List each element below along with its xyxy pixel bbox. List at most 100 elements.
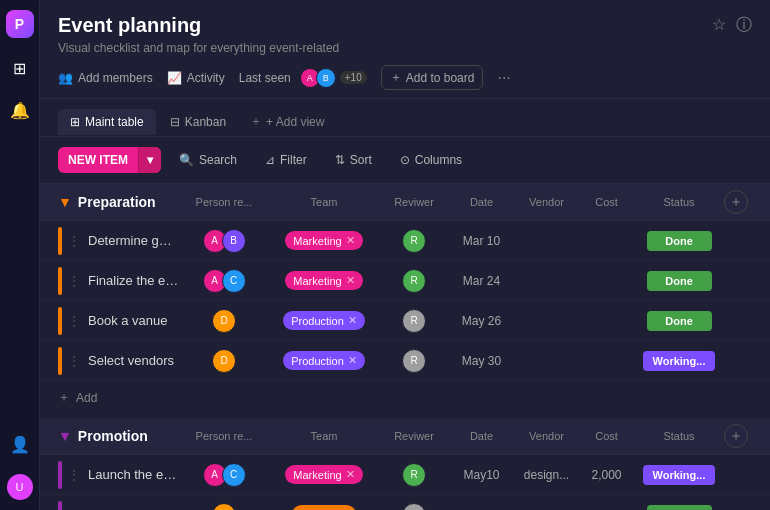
sidebar-icon-bell[interactable]: 🔔 xyxy=(8,98,32,122)
filter-icon: ⊿ xyxy=(265,153,275,167)
row-task-name[interactable]: Book a vanue xyxy=(88,313,179,328)
row-team-tag: Marketing ✕ xyxy=(269,271,379,290)
table-row: ⋮ Finalize the event budget A C Marketin… xyxy=(40,261,770,301)
status-badge[interactable]: Working... xyxy=(643,465,716,485)
row-task-name[interactable]: Select vendors xyxy=(88,353,179,368)
row-team-tag: Design ✕ xyxy=(269,505,379,510)
team-tag[interactable]: Marketing ✕ xyxy=(285,465,362,484)
add-row-button-prep[interactable]: ＋ Add xyxy=(40,381,770,414)
col-header-status: Status xyxy=(634,196,724,208)
team-tag[interactable]: Production ✕ xyxy=(283,351,365,370)
row-task-name[interactable]: Launch the event website xyxy=(88,467,179,482)
col-header-team: Team xyxy=(269,196,379,208)
row-date: Mar 10 xyxy=(449,234,514,248)
avatar: C xyxy=(222,269,246,293)
drag-handle[interactable]: ⋮ xyxy=(68,354,82,368)
team-tag[interactable]: Marketing ✕ xyxy=(285,271,362,290)
row-task-name[interactable]: Determine goals and objectives xyxy=(88,233,179,248)
avatar: B xyxy=(222,229,246,253)
add-row-icon: ＋ xyxy=(58,389,70,406)
row-status: Working... xyxy=(634,351,724,371)
tab-kanban[interactable]: ⊟ Kanban xyxy=(158,109,238,135)
tag-close-icon[interactable]: ✕ xyxy=(346,234,355,247)
drag-handle[interactable]: ⋮ xyxy=(68,468,82,482)
col-header-person-2: Person re... xyxy=(179,430,269,442)
view-tabs: ⊞ Maint table ⊟ Kanban ＋ + Add view xyxy=(40,99,770,137)
reviewer-avatar: R xyxy=(402,503,426,511)
col-header-vendor-2: Vendor xyxy=(514,430,579,442)
app-logo[interactable]: P xyxy=(6,10,34,38)
drag-handle[interactable]: ⋮ xyxy=(68,234,82,248)
tag-close-icon[interactable]: ✕ xyxy=(346,274,355,287)
table-row: ⋮ Determine goals and objectives A B Mar… xyxy=(40,221,770,261)
row-team-tag: Marketing ✕ xyxy=(269,465,379,484)
add-row-label: Add xyxy=(76,391,97,405)
activity-icon: 📈 xyxy=(167,71,182,85)
columns-button[interactable]: ⊙ Columns xyxy=(390,148,472,172)
search-button[interactable]: 🔍 Search xyxy=(169,148,247,172)
new-item-dropdown-arrow[interactable]: ▾ xyxy=(138,147,161,173)
table-row: ⋮ Launch the event website A C Marketing… xyxy=(40,455,770,495)
reviewer-avatar: R xyxy=(402,269,426,293)
row-team-tag: Production ✕ xyxy=(269,311,379,330)
add-members-button[interactable]: 👥 Add members xyxy=(58,71,153,85)
tag-close-icon[interactable]: ✕ xyxy=(348,354,357,367)
row-task-name[interactable]: Finalize the event budget xyxy=(88,273,179,288)
tag-close-icon[interactable]: ✕ xyxy=(346,468,355,481)
row-person-avatars: A B xyxy=(179,229,269,253)
main-content: Event planning ☆ ⓘ Visual checklist and … xyxy=(40,0,770,510)
activity-button[interactable]: 📈 Activity xyxy=(167,71,225,85)
page-subtitle: Visual checklist and map for everything … xyxy=(58,41,752,55)
tab-main-table[interactable]: ⊞ Maint table xyxy=(58,109,156,135)
kanban-icon: ⊟ xyxy=(170,115,180,129)
add-col-button-promo[interactable]: ＋ xyxy=(724,424,748,448)
status-badge[interactable]: Done xyxy=(647,311,712,331)
team-tag[interactable]: Design ✕ xyxy=(292,505,355,510)
status-badge[interactable]: Done xyxy=(647,231,712,251)
preparation-title: Preparation xyxy=(78,194,179,210)
star-icon[interactable]: ☆ xyxy=(712,15,726,36)
sort-button[interactable]: ⇅ Sort xyxy=(325,148,382,172)
row-team-tag: Marketing ✕ xyxy=(269,231,379,250)
table-row: ⋮ Select vendors D Production ✕ R May 30 xyxy=(40,341,770,381)
row-color-bar xyxy=(58,461,62,489)
team-tag[interactable]: Production ✕ xyxy=(283,311,365,330)
row-reviewer-avatar: R xyxy=(379,309,449,333)
sidebar-icon-grid[interactable]: ⊞ xyxy=(8,56,32,80)
avatar-2: B xyxy=(316,68,336,88)
row-cost: 2,000 xyxy=(579,468,634,482)
col-header-reviewer-2: Reviwer xyxy=(379,430,449,442)
tag-close-icon[interactable]: ✕ xyxy=(348,314,357,327)
status-badge[interactable]: Done xyxy=(647,505,712,511)
avatar: D xyxy=(212,349,236,373)
toolbar: NEW ITEM ▾ 🔍 Search ⊿ Filter ⇅ Sort ⊙ Co… xyxy=(40,137,770,184)
status-badge[interactable]: Working... xyxy=(643,351,716,371)
sidebar-user-avatar[interactable]: U xyxy=(7,474,33,500)
row-color-bar xyxy=(58,227,62,255)
add-view-button[interactable]: ＋ + Add view xyxy=(240,107,334,136)
row-status: Done xyxy=(634,271,724,291)
search-icon: 🔍 xyxy=(179,153,194,167)
drag-handle[interactable]: ⋮ xyxy=(68,314,82,328)
preparation-chevron[interactable]: ▼ xyxy=(58,194,72,210)
status-badge[interactable]: Done xyxy=(647,271,712,291)
row-person-avatars: D xyxy=(179,309,269,333)
main-table-icon: ⊞ xyxy=(70,115,80,129)
sidebar-icon-person[interactable]: 👤 xyxy=(8,432,32,456)
filter-button[interactable]: ⊿ Filter xyxy=(255,148,317,172)
more-options-icon[interactable]: ··· xyxy=(497,69,510,87)
col-header-reviewer: Reviwer xyxy=(379,196,449,208)
promotion-chevron[interactable]: ▼ xyxy=(58,428,72,444)
info-icon[interactable]: ⓘ xyxy=(736,15,752,36)
drag-handle[interactable]: ⋮ xyxy=(68,274,82,288)
row-color-bar xyxy=(58,347,62,375)
row-reviewer-avatar: R xyxy=(379,349,449,373)
team-tag[interactable]: Marketing ✕ xyxy=(285,231,362,250)
row-color-bar xyxy=(58,267,62,295)
add-to-board-button[interactable]: ＋ Add to board xyxy=(381,65,484,90)
add-col-button-prep[interactable]: ＋ xyxy=(724,190,748,214)
header-actions: 👥 Add members 📈 Activity Last seen A B +… xyxy=(58,65,752,90)
row-color-bar xyxy=(58,501,62,511)
new-item-button[interactable]: NEW ITEM ▾ xyxy=(58,147,161,173)
row-reviewer-avatar: R xyxy=(379,269,449,293)
